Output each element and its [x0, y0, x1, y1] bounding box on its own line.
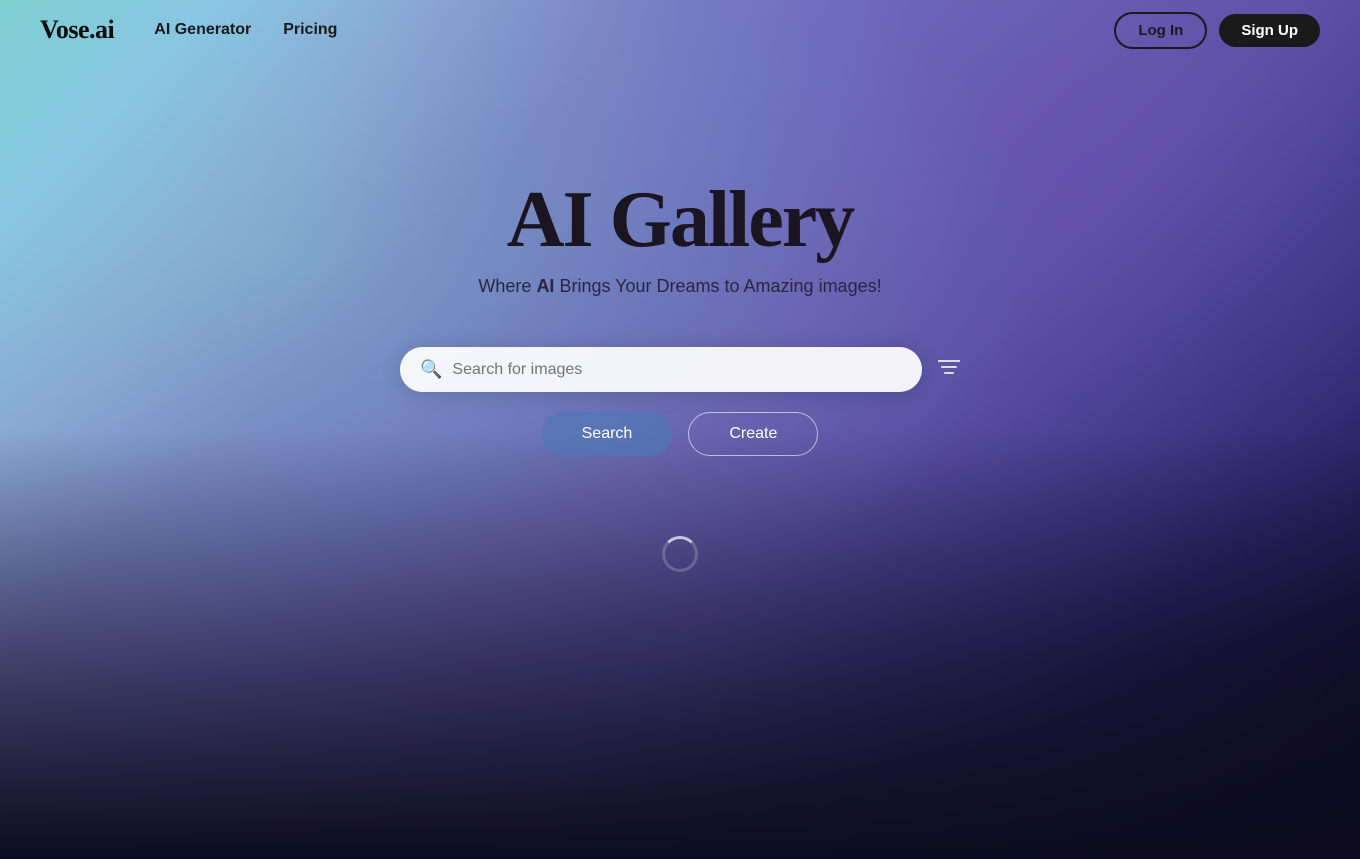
signup-button[interactable]: Sign Up: [1219, 14, 1320, 47]
hero-subtitle: Where AI Brings Your Dreams to Amazing i…: [478, 276, 881, 297]
loading-spinner: [662, 536, 698, 572]
nav-left: Vose.ai AI Generator Pricing: [40, 15, 337, 45]
loading-container: [0, 536, 1360, 572]
action-buttons: Search Create: [542, 412, 819, 456]
hero-section: AI Gallery Where AI Brings Your Dreams t…: [0, 180, 1360, 456]
subtitle-prefix: Where: [478, 276, 536, 296]
search-bar: 🔍: [400, 347, 922, 392]
search-container: 🔍: [400, 347, 960, 392]
login-button[interactable]: Log In: [1114, 12, 1207, 49]
nav-links: AI Generator Pricing: [154, 21, 337, 39]
nav-link-pricing[interactable]: Pricing: [283, 21, 337, 39]
search-icon: 🔍: [420, 359, 442, 380]
create-button[interactable]: Create: [688, 412, 818, 456]
nav-right: Log In Sign Up: [1114, 12, 1320, 49]
navbar: Vose.ai AI Generator Pricing Log In Sign…: [0, 0, 1360, 60]
nav-link-ai-generator[interactable]: AI Generator: [154, 21, 251, 39]
subtitle-bold: AI: [536, 276, 554, 296]
hero-title: AI Gallery: [507, 180, 854, 260]
search-button[interactable]: Search: [542, 412, 673, 456]
filter-icon[interactable]: [938, 358, 960, 381]
search-input[interactable]: [452, 361, 902, 379]
subtitle-suffix: Brings Your Dreams to Amazing images!: [554, 276, 881, 296]
logo[interactable]: Vose.ai: [40, 15, 114, 45]
